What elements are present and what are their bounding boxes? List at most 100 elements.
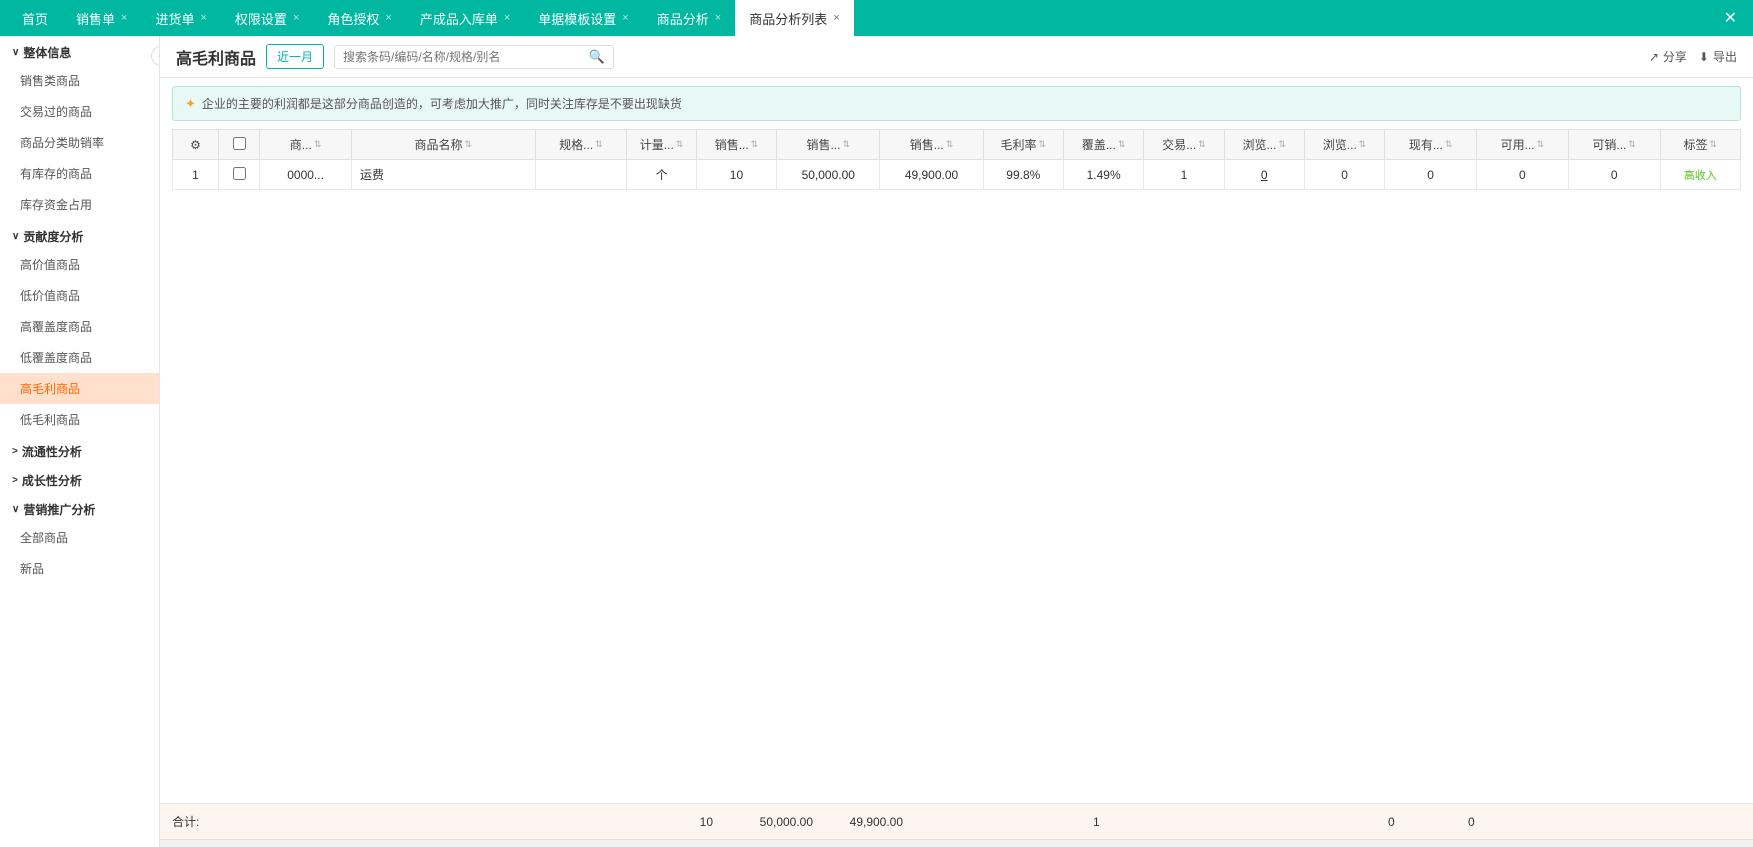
sidebar-item-4-0[interactable]: 全部商品 (0, 522, 159, 553)
sidebar-item-0-3[interactable]: 有库存的商品 (0, 158, 159, 189)
select-all-checkbox[interactable] (233, 137, 246, 150)
col-header-sales_amt[interactable]: 销售...⇅ (777, 130, 880, 160)
col-header-profit_rate[interactable]: 毛利率⇅ (983, 130, 1063, 160)
nav-close-3[interactable]: × (293, 12, 299, 24)
col-header-browse1[interactable]: 浏览...⇅ (1224, 130, 1304, 160)
sort-icon-sales_qty[interactable]: ⇅ (751, 139, 759, 150)
search-box: 🔍 (334, 45, 614, 69)
sidebar-section-0[interactable]: ∨ 整体信息 (0, 36, 159, 65)
cell-0-tag: 高收入 (1660, 160, 1740, 190)
main-area: « ∨ 整体信息销售类商品交易过的商品商品分类助销率有库存的商品库存资金占用∨ … (0, 36, 1753, 847)
sort-icon-tag[interactable]: ⇅ (1710, 139, 1718, 150)
sidebar-item-0-2[interactable]: 商品分类助销率 (0, 127, 159, 158)
sidebar-item-1-5[interactable]: 低毛利商品 (0, 404, 159, 435)
nav-close-8[interactable]: × (833, 12, 839, 24)
export-button[interactable]: ⬇ 导出 (1699, 48, 1737, 65)
nav-close-7[interactable]: × (715, 12, 721, 24)
col-header-unit[interactable]: 计量...⇅ (627, 130, 696, 160)
sidebar-section-4[interactable]: ∨ 营销推广分析 (0, 493, 159, 522)
col-header-name[interactable]: 商品名称⇅ (351, 130, 535, 160)
share-icon: ↗ (1649, 50, 1659, 64)
footer-avail: 0 (1351, 815, 1431, 829)
share-button[interactable]: ↗ 分享 (1649, 48, 1687, 65)
sort-icon-sales_profit[interactable]: ⇅ (946, 139, 954, 150)
nav-close-6[interactable]: × (622, 12, 628, 24)
sort-icon-sales_amt[interactable]: ⇅ (842, 139, 850, 150)
sort-icon-browse2[interactable]: ⇅ (1359, 139, 1367, 150)
sort-icon-spec[interactable]: ⇅ (595, 139, 603, 150)
footer-totals: 合计: 10 50,000.00 49,900.00 1 0 0 (160, 803, 1753, 839)
nav-item-7[interactable]: 商品分析× (643, 0, 735, 36)
horizontal-scrollbar[interactable] (160, 839, 1753, 847)
col-label-browse1: 浏览... (1242, 136, 1276, 153)
sort-icon-trade_cnt[interactable]: ⇅ (1198, 139, 1206, 150)
sort-icon-coverage[interactable]: ⇅ (1118, 139, 1126, 150)
sidebar-item-1-0[interactable]: 高价值商品 (0, 249, 159, 280)
col-header-tag[interactable]: 标签⇅ (1660, 130, 1740, 160)
col-header-settings[interactable]: ⚙ (173, 130, 219, 160)
sidebar-section-1[interactable]: ∨ 贡献度分析 (0, 220, 159, 249)
cell-0-trade_cnt: 1 (1144, 160, 1224, 190)
cell-0-unit: 个 (627, 160, 696, 190)
sort-icon-saleable[interactable]: ⇅ (1628, 139, 1636, 150)
search-input[interactable] (343, 50, 583, 64)
sidebar-item-1-2[interactable]: 高覆盖度商品 (0, 311, 159, 342)
col-header-browse2[interactable]: 浏览...⇅ (1304, 130, 1384, 160)
export-label: 导出 (1713, 48, 1737, 65)
col-header-trade_cnt[interactable]: 交易...⇅ (1144, 130, 1224, 160)
settings-icon[interactable]: ⚙ (190, 138, 201, 152)
nav-item-3[interactable]: 权限设置× (221, 0, 313, 36)
nav-item-8[interactable]: 商品分析列表× (735, 0, 853, 36)
row-checkbox-0[interactable] (233, 167, 246, 180)
cell-0-checkbox (218, 160, 259, 190)
sidebar-item-4-1[interactable]: 新品 (0, 553, 159, 584)
search-icon[interactable]: 🔍 (589, 49, 605, 65)
period-button[interactable]: 近一月 (266, 44, 324, 69)
export-icon: ⬇ (1699, 50, 1709, 64)
sort-icon-name[interactable]: ⇅ (464, 139, 472, 150)
sidebar-section-2[interactable]: > 流通性分析 (0, 435, 159, 464)
nav-item-6[interactable]: 单据模板设置× (524, 0, 642, 36)
cell-0-name: 运费 (351, 160, 535, 190)
nav-close-1[interactable]: × (121, 12, 127, 24)
nav-item-5[interactable]: 产成品入库单× (406, 0, 524, 36)
col-header-code[interactable]: 商...⇅ (260, 130, 352, 160)
col-header-sales_profit[interactable]: 销售...⇅ (880, 130, 983, 160)
sort-icon-profit_rate[interactable]: ⇅ (1039, 139, 1047, 150)
section-arrow-2: > (12, 446, 18, 457)
col-header-spec[interactable]: 规格...⇅ (535, 130, 627, 160)
sort-icon-current_stock[interactable]: ⇅ (1445, 139, 1453, 150)
col-label-sales_qty: 销售... (715, 136, 749, 153)
col-header-available[interactable]: 可用...⇅ (1477, 130, 1569, 160)
nav-close-4[interactable]: × (385, 12, 391, 24)
info-banner: ✦ 企业的主要的利润都是这部分商品创造的，可考虑加大推广，同时关注库存是不要出现… (172, 86, 1741, 121)
sidebar-item-0-1[interactable]: 交易过的商品 (0, 96, 159, 127)
close-all-button[interactable]: ✕ (1716, 8, 1745, 28)
col-header-coverage[interactable]: 覆盖...⇅ (1063, 130, 1143, 160)
sidebar-item-1-4[interactable]: 高毛利商品 (0, 373, 159, 404)
sidebar-item-1-3[interactable]: 低覆盖度商品 (0, 342, 159, 373)
col-label-coverage: 覆盖... (1082, 136, 1116, 153)
sidebar-item-1-1[interactable]: 低价值商品 (0, 280, 159, 311)
nav-item-1[interactable]: 销售单× (62, 0, 141, 36)
sort-icon-browse1[interactable]: ⇅ (1278, 139, 1286, 150)
sort-icon-available[interactable]: ⇅ (1537, 139, 1545, 150)
col-header-current_stock[interactable]: 现有...⇅ (1385, 130, 1477, 160)
sidebar-item-0-4[interactable]: 库存资金占用 (0, 189, 159, 220)
sidebar-item-0-0[interactable]: 销售类商品 (0, 65, 159, 96)
col-header-saleable[interactable]: 可销...⇅ (1568, 130, 1660, 160)
sort-icon-unit[interactable]: ⇅ (676, 139, 684, 150)
col-header-sales_qty[interactable]: 销售...⇅ (696, 130, 776, 160)
nav-close-5[interactable]: × (504, 12, 510, 24)
nav-item-0[interactable]: 首页 (8, 0, 62, 36)
nav-item-4[interactable]: 角色授权× (313, 0, 405, 36)
info-text: 企业的主要的利润都是这部分商品创造的，可考虑加大推广，同时关注库存是不要出现缺货 (202, 95, 682, 112)
content-panel: 高毛利商品 近一月 🔍 ↗ 分享 ⬇ 导出 ✦ 企业的主要的利润都是这部分商品创… (160, 36, 1753, 847)
sort-icon-code[interactable]: ⇅ (314, 139, 322, 150)
col-header-checkbox[interactable] (218, 130, 259, 160)
nav-item-2[interactable]: 进货单× (141, 0, 220, 36)
sidebar-section-3[interactable]: > 成长性分析 (0, 464, 159, 493)
browse-link-0[interactable]: 0 (1261, 168, 1268, 182)
footer-trade: 1 (1061, 815, 1131, 829)
nav-close-2[interactable]: × (200, 12, 206, 24)
